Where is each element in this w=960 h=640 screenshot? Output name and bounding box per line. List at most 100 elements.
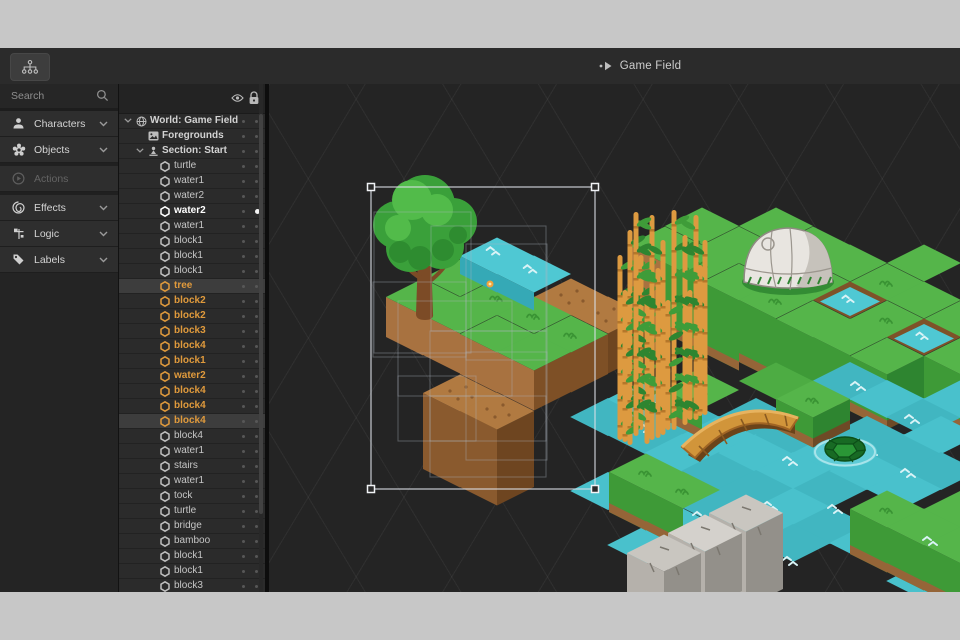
- bamboo-stalk[interactable]: [703, 240, 708, 415]
- lock-dot[interactable]: [255, 270, 258, 273]
- selection-handle[interactable]: [368, 486, 375, 493]
- visibility-dot[interactable]: [242, 525, 245, 528]
- layer-row-stairs[interactable]: stairs: [119, 459, 265, 474]
- lock-dot[interactable]: [255, 135, 258, 138]
- chevron-down-icon[interactable]: [124, 118, 132, 123]
- layer-row-bamboo[interactable]: bamboo: [119, 534, 265, 549]
- lock-dot[interactable]: [255, 555, 258, 558]
- lock-dot[interactable]: [255, 525, 258, 528]
- layer-row-block4[interactable]: block4: [119, 399, 265, 414]
- lock-dot[interactable]: [255, 510, 258, 513]
- visibility-dot[interactable]: [242, 210, 245, 213]
- visibility-dot[interactable]: [242, 315, 245, 318]
- bamboo-stalk[interactable]: [623, 290, 628, 442]
- layer-row-block1[interactable]: block1: [119, 549, 265, 564]
- lock-dot[interactable]: [255, 435, 258, 438]
- lock-dot[interactable]: [255, 465, 258, 468]
- lock-dot[interactable]: [255, 540, 258, 543]
- visibility-dot[interactable]: [242, 405, 245, 408]
- layer-row-bridge[interactable]: bridge: [119, 519, 265, 534]
- visibility-dot[interactable]: [242, 390, 245, 393]
- visibility-dot[interactable]: [242, 570, 245, 573]
- visibility-dot[interactable]: [242, 150, 245, 153]
- layer-row-block3[interactable]: block3: [119, 579, 265, 592]
- layer-row-block1[interactable]: block1: [119, 564, 265, 579]
- layer-row-water2[interactable]: water2: [119, 189, 265, 204]
- visibility-dot[interactable]: [242, 585, 245, 588]
- visibility-dot[interactable]: [242, 165, 245, 168]
- lock-dot[interactable]: [255, 255, 258, 258]
- sidebar-item-labels[interactable]: Labels: [0, 247, 118, 273]
- bamboo-stalk[interactable]: [672, 210, 677, 430]
- layer-row-block1[interactable]: block1: [119, 264, 265, 279]
- bamboo-stalk[interactable]: [661, 240, 666, 435]
- layer-row-turtle[interactable]: turtle: [119, 159, 265, 174]
- lock-dot[interactable]: [255, 450, 258, 453]
- visibility-dot[interactable]: [242, 195, 245, 198]
- lock-dot[interactable]: [255, 165, 258, 168]
- lock-dot[interactable]: [255, 495, 258, 498]
- layer-row-water1[interactable]: water1: [119, 444, 265, 459]
- visibility-dot[interactable]: [242, 510, 245, 513]
- visibility-dot[interactable]: [242, 540, 245, 543]
- lock-dot[interactable]: [255, 315, 258, 318]
- lock-dot[interactable]: [255, 150, 258, 153]
- layer-row-block2[interactable]: block2: [119, 294, 265, 309]
- layer-row-block1[interactable]: block1: [119, 249, 265, 264]
- layer-row-block1[interactable]: block1: [119, 354, 265, 369]
- sidebar-item-objects[interactable]: Objects: [0, 137, 118, 163]
- selection-handle[interactable]: [368, 184, 375, 191]
- layer-row-foregrounds[interactable]: Foregrounds: [119, 129, 265, 144]
- visibility-dot[interactable]: [242, 495, 245, 498]
- visibility-dot[interactable]: [242, 555, 245, 558]
- lock-dot[interactable]: [255, 225, 258, 228]
- layer-row-world-game-field[interactable]: World: Game Field: [119, 114, 265, 129]
- visibility-dot[interactable]: [242, 330, 245, 333]
- bamboo-stalk[interactable]: [698, 265, 703, 416]
- selection-handle[interactable]: [592, 184, 599, 191]
- hierarchy-button[interactable]: [10, 53, 50, 81]
- lock-dot[interactable]: [255, 120, 258, 123]
- visibility-dot[interactable]: [242, 300, 245, 303]
- visibility-dot[interactable]: [242, 375, 245, 378]
- editor-canvas[interactable]: [269, 84, 960, 592]
- visibility-dot[interactable]: [242, 285, 245, 288]
- layer-row-block4[interactable]: block4: [119, 414, 265, 429]
- bamboo-stalk[interactable]: [634, 212, 639, 436]
- visibility-dot[interactable]: [242, 225, 245, 228]
- lock-dot[interactable]: [255, 420, 258, 423]
- layer-row-water1[interactable]: water1: [119, 219, 265, 234]
- lock-dot[interactable]: [255, 345, 258, 348]
- bamboo-stalk[interactable]: [628, 230, 633, 445]
- layer-row-turtle[interactable]: turtle: [119, 504, 265, 519]
- layer-row-water2[interactable]: water2: [119, 369, 265, 384]
- layer-row-tree[interactable]: tree: [119, 279, 265, 294]
- lock-dot[interactable]: [255, 390, 258, 393]
- visibility-dot[interactable]: [242, 465, 245, 468]
- visibility-eye-icon[interactable]: [231, 93, 244, 103]
- sidebar-item-effects[interactable]: Effects: [0, 192, 118, 221]
- layer-row-tock[interactable]: tock: [119, 489, 265, 504]
- sidebar-item-logic[interactable]: Logic: [0, 221, 118, 247]
- layers-scrollbar[interactable]: [259, 84, 263, 592]
- scene-canvas[interactable]: [269, 84, 960, 592]
- sidebar-item-characters[interactable]: Characters: [0, 111, 118, 137]
- visibility-dot[interactable]: [242, 345, 245, 348]
- layer-row-water2[interactable]: water2: [119, 204, 265, 219]
- layer-row-block4[interactable]: block4: [119, 339, 265, 354]
- lock-dot[interactable]: [255, 360, 258, 363]
- visibility-dot[interactable]: [242, 480, 245, 483]
- selection-handle[interactable]: [592, 486, 599, 493]
- visibility-dot[interactable]: [242, 135, 245, 138]
- lock-dot[interactable]: [255, 585, 258, 588]
- layer-row-section-start[interactable]: Section: Start: [119, 144, 265, 159]
- layer-row-water1[interactable]: water1: [119, 474, 265, 489]
- visibility-dot[interactable]: [242, 435, 245, 438]
- visibility-dot[interactable]: [242, 180, 245, 183]
- lock-dot[interactable]: [255, 180, 258, 183]
- layer-row-block4[interactable]: block4: [119, 429, 265, 444]
- search-input[interactable]: Search: [0, 84, 118, 111]
- visibility-dot[interactable]: [242, 420, 245, 423]
- layers-scrollbar-thumb[interactable]: [259, 114, 263, 514]
- lock-dot[interactable]: [255, 240, 258, 243]
